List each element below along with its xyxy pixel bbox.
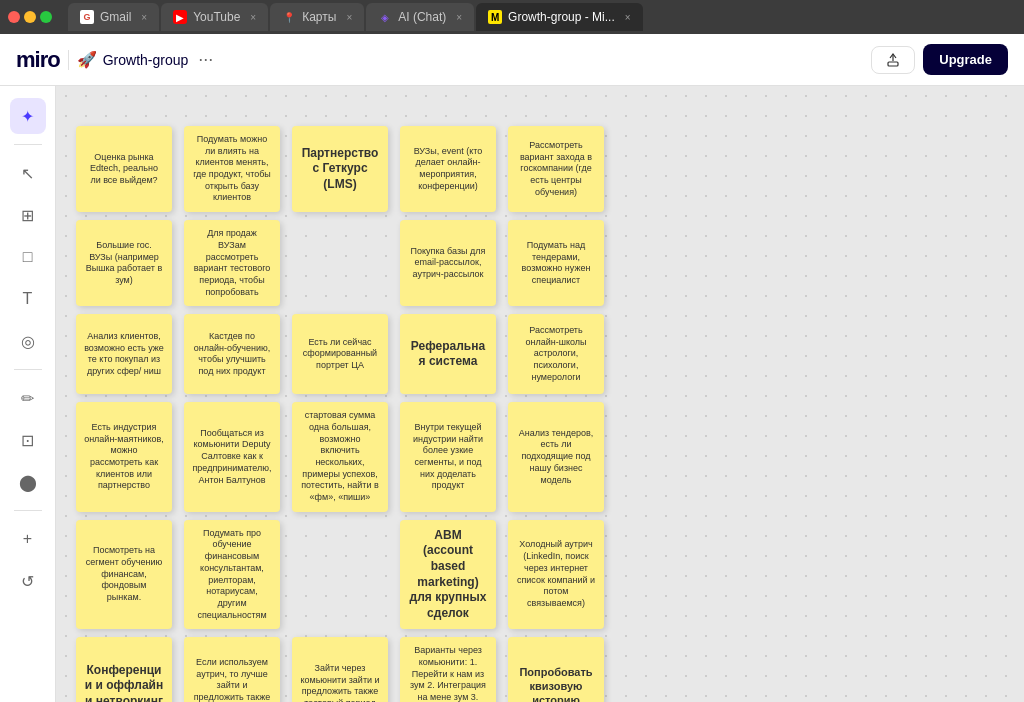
gmail-tab-label: Gmail bbox=[100, 10, 131, 24]
maps-favicon: 📍 bbox=[282, 10, 296, 24]
board-emoji: 🚀 bbox=[77, 50, 97, 69]
ai-favicon: ◈ bbox=[378, 10, 392, 24]
toolbar-btn-cursor[interactable]: ↖ bbox=[10, 155, 46, 191]
canvas[interactable]: Оценка рынка Edtech, реально ли все выйд… bbox=[56, 86, 1024, 702]
sticky-note[interactable]: Партнерство с Геткурс (LMS) bbox=[292, 126, 388, 212]
toolbar-btn-shapes[interactable]: ◎ bbox=[10, 323, 46, 359]
window-controls bbox=[8, 11, 52, 23]
youtube-favicon: ▶ bbox=[173, 10, 187, 24]
sticky-note[interactable]: Если используем аутрич, то лучше зайти и… bbox=[184, 637, 280, 702]
sticky-note bbox=[616, 314, 712, 394]
sticky-note[interactable]: Попробовать квизовую историю bbox=[508, 637, 604, 702]
sticky-note bbox=[616, 520, 712, 630]
sticky-note[interactable]: Анализ тендеров, есть ли подходящие под … bbox=[508, 402, 604, 512]
sticky-note bbox=[616, 220, 712, 306]
sticky-note[interactable]: Подумать можно ли влиять на клиентов мен… bbox=[184, 126, 280, 212]
sticky-note[interactable]: ВУЗы, event (кто делает онлайн-мероприят… bbox=[400, 126, 496, 212]
youtube-tab-close[interactable]: × bbox=[250, 12, 256, 23]
sticky-note bbox=[724, 637, 820, 702]
miro-tab-label: Growth-group - Mi... bbox=[508, 10, 615, 24]
sticky-note[interactable]: Анализ клиентов, возможно есть уже те кт… bbox=[76, 314, 172, 394]
miro-favicon: M bbox=[488, 10, 502, 24]
header-divider bbox=[68, 50, 69, 70]
sticky-note[interactable]: Конференции и оффлайн и нетворкинг bbox=[76, 637, 172, 702]
board-menu-dots[interactable]: ··· bbox=[198, 49, 213, 70]
toolbar-btn-text[interactable]: T bbox=[10, 281, 46, 317]
sticky-note[interactable]: Посмотреть на сегмент обучению финансам,… bbox=[76, 520, 172, 630]
sticky-note bbox=[292, 220, 388, 306]
sticky-note[interactable]: Оценка рынка Edtech, реально ли все выйд… bbox=[76, 126, 172, 212]
sticky-note bbox=[724, 220, 820, 306]
sticky-note[interactable]: Большие гос. ВУЗы (например Вышка работа… bbox=[76, 220, 172, 306]
sticky-note bbox=[616, 402, 712, 512]
board-name-text: Growth-group bbox=[103, 52, 189, 68]
sticky-note[interactable]: Внутри текущей индустрии найти более узк… bbox=[400, 402, 496, 512]
toolbar-btn-sticky[interactable]: □ bbox=[10, 239, 46, 275]
youtube-tab-label: YouTube bbox=[193, 10, 240, 24]
toolbar-btn-grid[interactable]: ⊞ bbox=[10, 197, 46, 233]
sticky-note[interactable]: Кастдев по онлайн-обучению, чтобы улучши… bbox=[184, 314, 280, 394]
sticky-note[interactable]: Покупка базы для email-рассылок, аутрич-… bbox=[400, 220, 496, 306]
left-toolbar: ✦ ↖ ⊞ □ T ◎ ✏ ⊡ ⬤ + ↺ bbox=[0, 86, 56, 702]
sticky-note[interactable]: Есть ли сейчас сформированный портрет ЦА bbox=[292, 314, 388, 394]
browser-tab-maps[interactable]: 📍 Карты × bbox=[270, 3, 364, 31]
sticky-note[interactable]: Для продаж ВУЗам рассмотреть вариант тес… bbox=[184, 220, 280, 306]
browser-tabs: G Gmail × ▶ YouTube × 📍 Карты × ◈ AI (Chat) × M Growt… bbox=[68, 3, 1016, 31]
miro-logo: miro bbox=[16, 47, 60, 73]
sticky-note bbox=[292, 520, 388, 630]
toolbar-btn-draw[interactable]: ✏ bbox=[10, 380, 46, 416]
sticky-note[interactable]: Подумать про обучение финансовым консуль… bbox=[184, 520, 280, 630]
toolbar-btn-add[interactable]: + bbox=[10, 521, 46, 557]
sticky-note bbox=[724, 126, 820, 212]
maps-tab-label: Карты bbox=[302, 10, 336, 24]
sticky-note bbox=[724, 402, 820, 512]
browser-tab-gmail[interactable]: G Gmail × bbox=[68, 3, 159, 31]
svg-rect-0 bbox=[888, 62, 898, 66]
sticky-note[interactable]: Зайти через комьюнити зайти и предложить… bbox=[292, 637, 388, 702]
sticky-note[interactable]: ABM (account based marketing) для крупны… bbox=[400, 520, 496, 630]
sticky-note bbox=[724, 520, 820, 630]
sticky-note[interactable]: Варианты через комьюнити: 1. Перейти к н… bbox=[400, 637, 496, 702]
toolbar-separator bbox=[14, 369, 42, 370]
browser-tab-youtube[interactable]: ▶ YouTube × bbox=[161, 3, 268, 31]
sticky-note bbox=[616, 637, 712, 702]
toolbar-btn-compass[interactable]: ✦ bbox=[10, 98, 46, 134]
toolbar-separator bbox=[14, 510, 42, 511]
sticky-note[interactable]: Есть индустрия онлайн-маятников, можно р… bbox=[76, 402, 172, 512]
export-button[interactable] bbox=[871, 46, 915, 74]
miro-header: miro 🚀 Growth-group ··· Upgrade bbox=[0, 34, 1024, 86]
ai-tab-close[interactable]: × bbox=[456, 12, 462, 23]
sticky-note bbox=[724, 314, 820, 394]
toolbar-separator bbox=[14, 144, 42, 145]
sticky-note[interactable]: стартовая сумма одна большая, возможно в… bbox=[292, 402, 388, 512]
sticky-note[interactable]: Пообщаться из комьюнити Deputy Салтовке … bbox=[184, 402, 280, 512]
ai-tab-label: AI (Chat) bbox=[398, 10, 446, 24]
export-icon bbox=[886, 53, 900, 67]
miro-tab-close[interactable]: × bbox=[625, 12, 631, 23]
gmail-favicon: G bbox=[80, 10, 94, 24]
toolbar-btn-frame[interactable]: ⊡ bbox=[10, 422, 46, 458]
sticky-note[interactable]: Рассмотреть вариант захода в госкомпании… bbox=[508, 126, 604, 212]
miro-main: ✦ ↖ ⊞ □ T ◎ ✏ ⊡ ⬤ + ↺ Оценка рынка Edtech, реально… bbox=[0, 86, 1024, 702]
sticky-note bbox=[616, 126, 712, 212]
sticky-note[interactable]: Рассмотреть онлайн-школы астрологи, псих… bbox=[508, 314, 604, 394]
miro-logo-text: miro bbox=[16, 47, 60, 73]
sticky-note[interactable]: Реферальная система bbox=[400, 314, 496, 394]
gmail-tab-close[interactable]: × bbox=[141, 12, 147, 23]
toolbar-btn-palette[interactable]: ⬤ bbox=[10, 464, 46, 500]
browser-tab-miro[interactable]: M Growth-group - Mi... × bbox=[476, 3, 643, 31]
upgrade-button[interactable]: Upgrade bbox=[923, 44, 1008, 75]
miro-app: miro 🚀 Growth-group ··· Upgrade ✦ ↖ ⊞ □ T ◎ ✏ ⊡… bbox=[0, 34, 1024, 702]
sticky-note[interactable]: Подумать над тендерами, возможно нужен с… bbox=[508, 220, 604, 306]
sticky-note[interactable]: Холодный аутрич (LinkedIn, поиск через и… bbox=[508, 520, 604, 630]
close-window-btn[interactable] bbox=[8, 11, 20, 23]
miro-board-name[interactable]: 🚀 Growth-group ··· bbox=[77, 49, 214, 70]
minimize-window-btn[interactable] bbox=[24, 11, 36, 23]
maps-tab-close[interactable]: × bbox=[346, 12, 352, 23]
maximize-window-btn[interactable] bbox=[40, 11, 52, 23]
toolbar-btn-undo[interactable]: ↺ bbox=[10, 563, 46, 599]
browser-bar: G Gmail × ▶ YouTube × 📍 Карты × ◈ AI (Chat) × M Growt… bbox=[0, 0, 1024, 34]
browser-tab-ai[interactable]: ◈ AI (Chat) × bbox=[366, 3, 474, 31]
